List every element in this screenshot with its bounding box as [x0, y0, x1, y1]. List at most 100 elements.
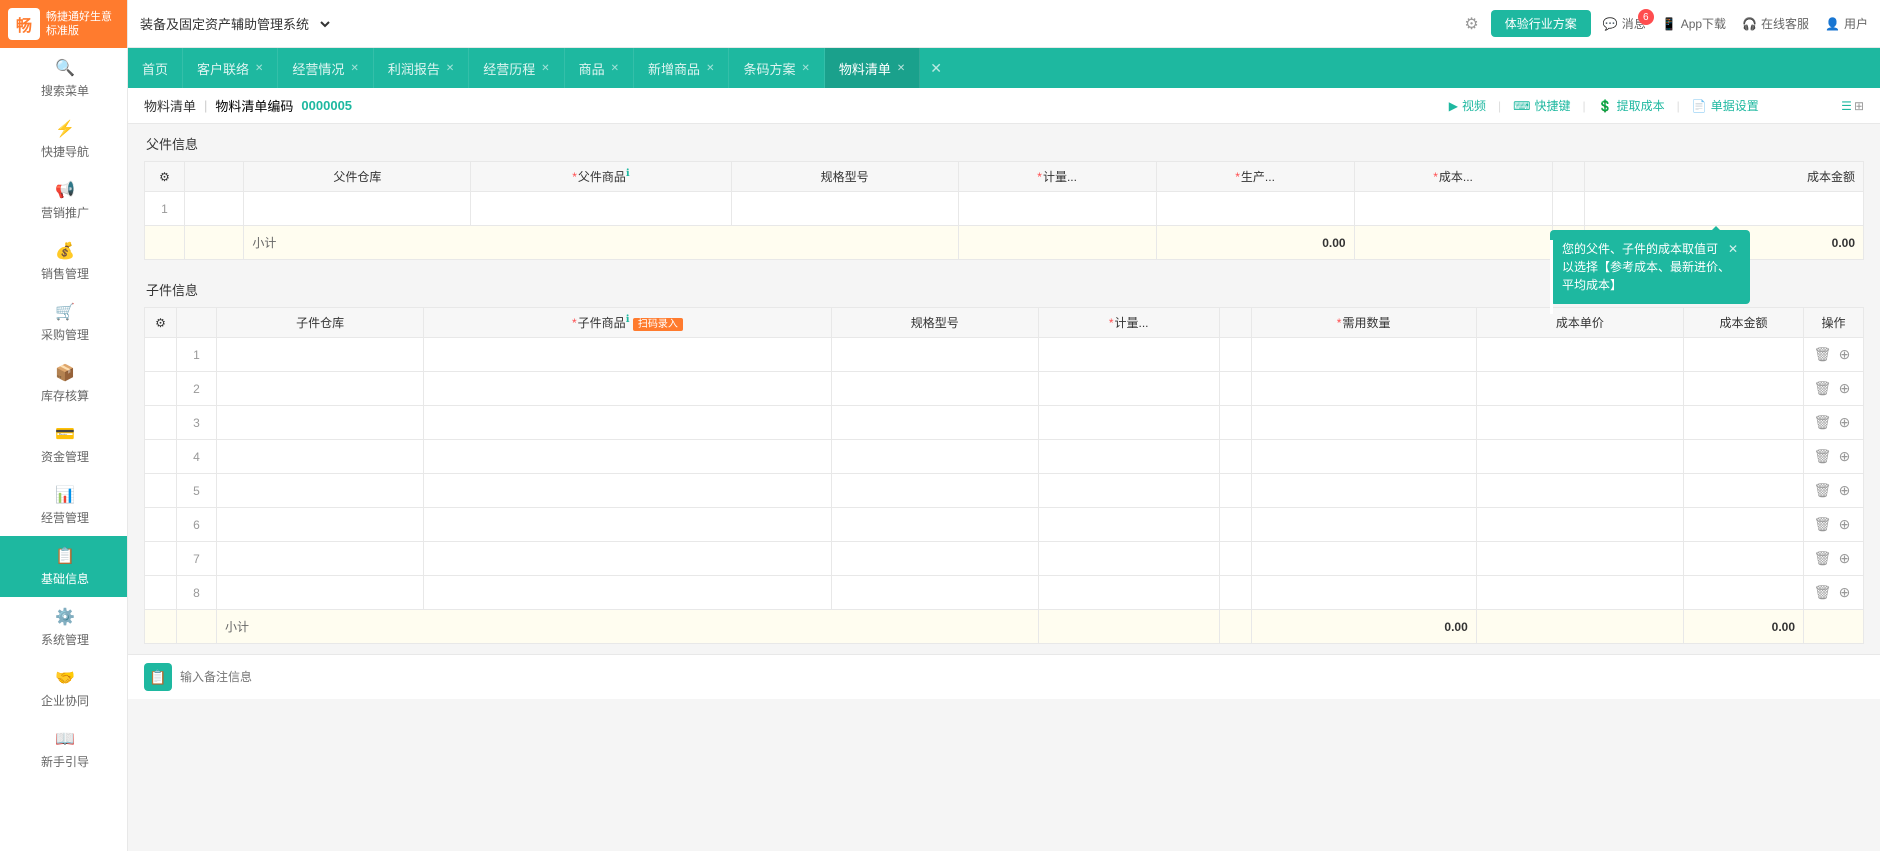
child-cell-unit-cost[interactable]	[1476, 406, 1683, 440]
copy-icon[interactable]: ⊕	[1836, 414, 1854, 432]
child-cell-warehouse[interactable]	[217, 372, 424, 406]
tab-home[interactable]: 首页	[128, 48, 183, 88]
sidebar-item-marketing[interactable]: 📢营销推广	[0, 170, 127, 231]
copy-icon[interactable]: ⊕	[1836, 550, 1854, 568]
child-cell-warehouse[interactable]	[217, 508, 424, 542]
child-cell-unit-cost[interactable]	[1476, 372, 1683, 406]
toolbar-shortcut[interactable]: ⌨ 快捷键	[1513, 97, 1570, 114]
delete-icon[interactable]: 🗑	[1814, 346, 1832, 364]
sidebar-item-quick-nav[interactable]: ⚡快捷导航	[0, 109, 127, 170]
child-cell-unit-cost[interactable]	[1476, 440, 1683, 474]
sidebar-item-inventory[interactable]: 📦库存核算	[0, 353, 127, 414]
delete-icon[interactable]: 🗑	[1814, 516, 1832, 534]
child-cell-warehouse[interactable]	[217, 474, 424, 508]
child-cell-warehouse[interactable]	[217, 440, 424, 474]
experience-btn[interactable]: 体验行业方案	[1491, 10, 1591, 37]
parent-cell-spec[interactable]	[731, 192, 958, 226]
tab-close-customer[interactable]: ✕	[255, 63, 263, 74]
child-cell-unit-cost[interactable]	[1476, 474, 1683, 508]
scan-badge[interactable]: 扫码录入	[633, 318, 683, 331]
child-cell-qty[interactable]	[1251, 338, 1476, 372]
child-cell-qty[interactable]	[1251, 474, 1476, 508]
copy-icon[interactable]: ⊕	[1836, 448, 1854, 466]
child-cell-product[interactable]	[424, 542, 831, 576]
prev-arrow[interactable]: ◀	[1779, 99, 1800, 113]
child-cell-unit-cost[interactable]	[1476, 338, 1683, 372]
sidebar-item-basic-info[interactable]: 📋基础信息	[0, 536, 127, 597]
tab-close-barcode[interactable]: ✕	[801, 63, 809, 74]
child-cell-unit[interactable]	[1038, 474, 1219, 508]
child-cell-qty[interactable]	[1251, 406, 1476, 440]
sidebar-item-finance[interactable]: 💳资金管理	[0, 414, 127, 475]
delete-icon[interactable]: 🗑	[1814, 584, 1832, 602]
copy-icon[interactable]: ⊕	[1836, 584, 1854, 602]
sidebar-item-search[interactable]: 🔍搜索菜单	[0, 48, 127, 109]
tab-new_products[interactable]: 新增商品✕	[634, 48, 729, 88]
system-selector[interactable]	[313, 16, 333, 33]
copy-icon[interactable]: ⊕	[1836, 482, 1854, 500]
child-cell-unit[interactable]	[1038, 440, 1219, 474]
toolbar-view[interactable]: ▶ 视频	[1449, 97, 1486, 114]
parent-cell-warehouse[interactable]	[244, 192, 471, 226]
tab-profit[interactable]: 利润报告✕	[374, 48, 469, 88]
child-cell-warehouse[interactable]	[217, 338, 424, 372]
list-view-icon[interactable]: ☰	[1841, 99, 1852, 113]
child-cell-unit[interactable]	[1038, 576, 1219, 610]
tab-bar-close[interactable]: ✕	[920, 60, 952, 77]
child-cell-qty[interactable]	[1251, 372, 1476, 406]
sidebar-item-purchase[interactable]: 🛒采购管理	[0, 292, 127, 353]
child-cell-product[interactable]	[424, 440, 831, 474]
grid-view-icon[interactable]: ⊞	[1854, 99, 1864, 113]
tab-history[interactable]: 经营历程✕	[469, 48, 564, 88]
toolbar-settings[interactable]: 📄 单据设置	[1692, 97, 1759, 114]
copy-icon[interactable]: ⊕	[1836, 346, 1854, 364]
online-service-btn[interactable]: 🎧 在线客服	[1742, 15, 1809, 32]
child-cell-spec[interactable]	[831, 576, 1038, 610]
user-btn[interactable]: 👤 用户	[1825, 15, 1868, 32]
child-cell-product[interactable]	[424, 372, 831, 406]
child-cell-product[interactable]	[424, 508, 831, 542]
child-cell-spec[interactable]	[831, 338, 1038, 372]
child-cell-unit[interactable]	[1038, 372, 1219, 406]
tab-customer[interactable]: 客户联络✕	[183, 48, 278, 88]
sidebar-item-operations-mgr[interactable]: 📊经营管理	[0, 475, 127, 536]
child-cell-spec[interactable]	[831, 440, 1038, 474]
child-cell-unit-cost[interactable]	[1476, 542, 1683, 576]
child-cell-warehouse[interactable]	[217, 576, 424, 610]
child-cell-product[interactable]	[424, 338, 831, 372]
delete-icon[interactable]: 🗑	[1814, 414, 1832, 432]
child-cell-spec[interactable]	[831, 474, 1038, 508]
parent-cell-product[interactable]	[471, 192, 731, 226]
sidebar-item-guide[interactable]: 📖新手引导	[0, 719, 127, 780]
delete-icon[interactable]: 🗑	[1814, 380, 1832, 398]
note-input[interactable]	[180, 670, 1864, 684]
child-cell-unit[interactable]	[1038, 338, 1219, 372]
tab-close-profit[interactable]: ✕	[446, 63, 454, 74]
child-cell-warehouse[interactable]	[217, 406, 424, 440]
tab-close-operations[interactable]: ✕	[350, 63, 358, 74]
child-cell-qty[interactable]	[1251, 542, 1476, 576]
parent-cell-cost[interactable]	[1354, 192, 1552, 226]
child-gear-icon[interactable]: ⚙	[155, 316, 166, 330]
app-download-btn[interactable]: 📱 App下载	[1662, 15, 1726, 32]
child-cell-qty[interactable]	[1251, 576, 1476, 610]
sidebar-item-sales[interactable]: 💰销售管理	[0, 231, 127, 292]
next-arrow[interactable]: ▶	[1804, 99, 1825, 113]
child-cell-spec[interactable]	[831, 406, 1038, 440]
messages-btn[interactable]: 💬 消息 6	[1603, 15, 1646, 32]
child-cell-spec[interactable]	[831, 508, 1038, 542]
tab-products[interactable]: 商品✕	[565, 48, 634, 88]
gear-icon[interactable]: ⚙	[159, 170, 170, 184]
tab-bom[interactable]: 物料清单✕	[825, 48, 920, 88]
copy-icon[interactable]: ⊕	[1836, 516, 1854, 534]
tab-close-history[interactable]: ✕	[541, 63, 549, 74]
parent-cell-production[interactable]	[1156, 192, 1354, 226]
tab-operations[interactable]: 经营情况✕	[278, 48, 373, 88]
tooltip-close-btn[interactable]: ✕	[1728, 240, 1738, 258]
tab-close-products[interactable]: ✕	[611, 63, 619, 74]
child-cell-unit-cost[interactable]	[1476, 576, 1683, 610]
child-cell-warehouse[interactable]	[217, 542, 424, 576]
child-cell-spec[interactable]	[831, 542, 1038, 576]
delete-icon[interactable]: 🗑	[1814, 448, 1832, 466]
settings-icon[interactable]: ⚙	[1464, 14, 1478, 34]
